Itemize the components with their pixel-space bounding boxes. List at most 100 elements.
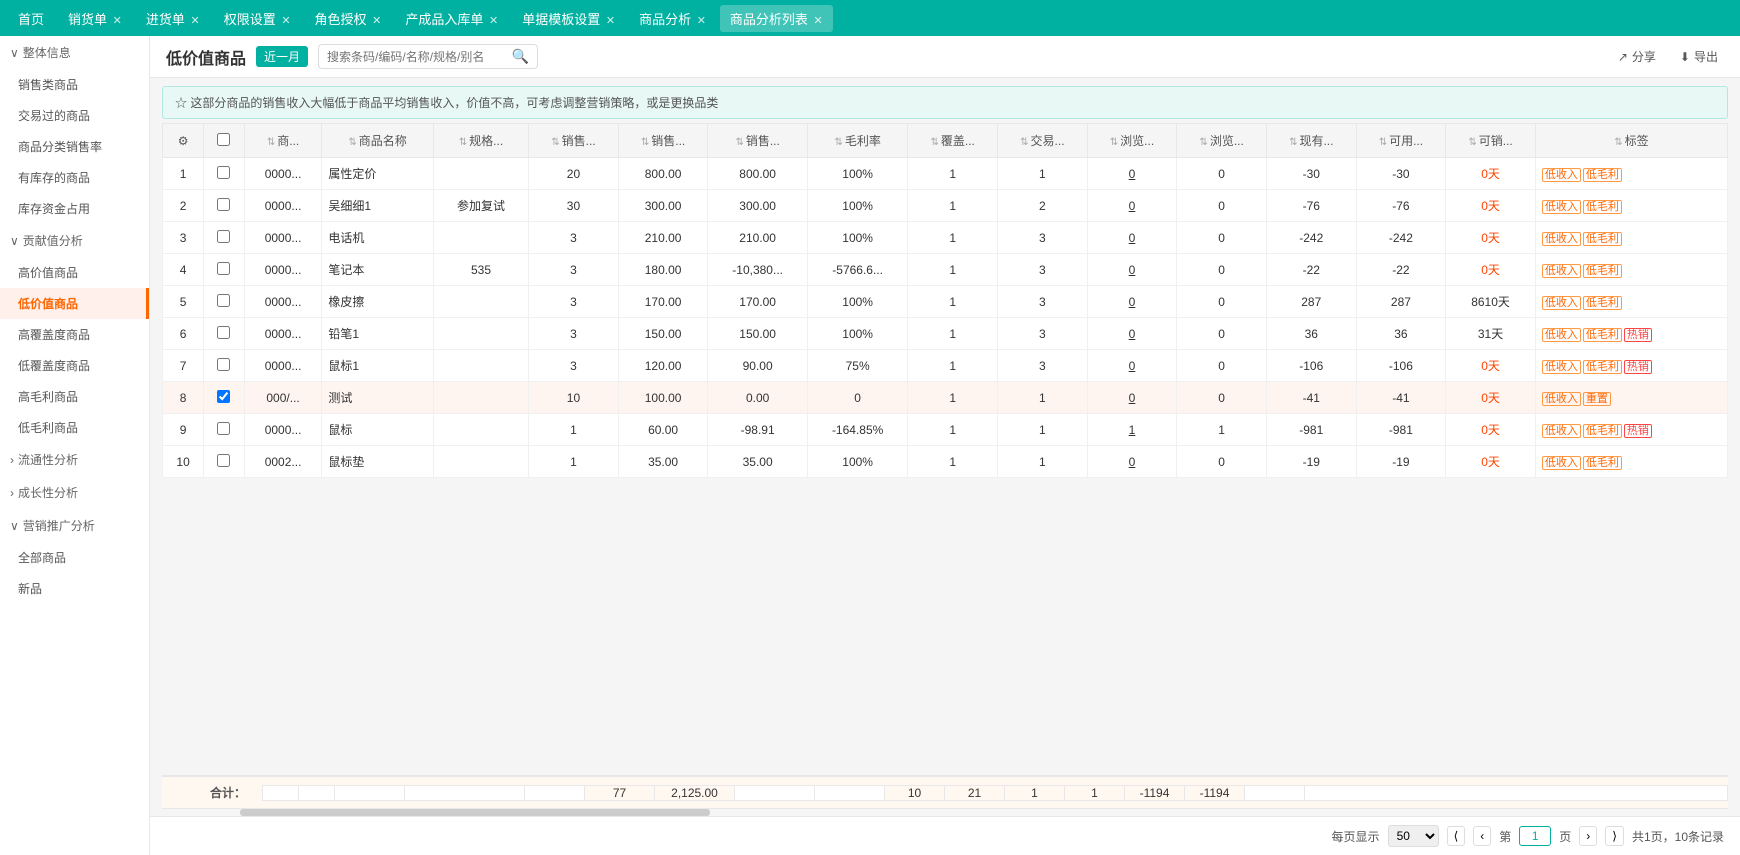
nav-close-purchase[interactable]: ✕ xyxy=(190,15,199,27)
row-checkbox[interactable] xyxy=(217,358,230,371)
cell-check[interactable] xyxy=(204,190,245,222)
browse-link[interactable]: 0 xyxy=(1129,359,1136,373)
nav-home[interactable]: 首页 xyxy=(8,5,54,32)
sidebar-item-category-rate[interactable]: 商品分类销售率 xyxy=(0,131,149,162)
cell-check[interactable] xyxy=(204,318,245,350)
th-sale-cost[interactable]: ⇅销售... xyxy=(708,124,807,158)
cell-browse1[interactable]: 0 xyxy=(1087,158,1177,190)
sidebar-item-sales-products[interactable]: 销售类商品 xyxy=(0,69,149,100)
prev-page-button[interactable]: ‹ xyxy=(1473,826,1491,846)
cell-check[interactable] xyxy=(204,158,245,190)
browse-link[interactable]: 0 xyxy=(1129,199,1136,213)
cell-browse1[interactable]: 0 xyxy=(1087,286,1177,318)
th-browse2[interactable]: ⇅浏览... xyxy=(1177,124,1267,158)
browse-link[interactable]: 0 xyxy=(1129,263,1136,277)
sidebar-item-high-value[interactable]: 高价值商品 xyxy=(0,257,149,288)
browse-link[interactable]: 0 xyxy=(1129,327,1136,341)
cell-browse1[interactable]: 0 xyxy=(1087,254,1177,286)
sidebar-item-new-products[interactable]: 新品 xyxy=(0,573,149,604)
th-sale-amt[interactable]: ⇅销售... xyxy=(618,124,708,158)
page-number-input[interactable] xyxy=(1519,826,1551,846)
cell-browse1[interactable]: 0 xyxy=(1087,222,1177,254)
cell-check[interactable] xyxy=(204,350,245,382)
time-tag-button[interactable]: 近一月 xyxy=(256,46,308,67)
th-code[interactable]: ⇅商... xyxy=(244,124,322,158)
browse-link[interactable]: 0 xyxy=(1129,167,1136,181)
cell-check[interactable] xyxy=(204,286,245,318)
cell-browse1[interactable]: 0 xyxy=(1087,318,1177,350)
nav-close-tpl[interactable]: ✕ xyxy=(606,15,615,27)
nav-close-role[interactable]: ✕ xyxy=(372,15,381,27)
next-page-button[interactable]: › xyxy=(1579,826,1597,846)
th-stock[interactable]: ⇅现有... xyxy=(1266,124,1356,158)
nav-product-list[interactable]: 商品分析列表 ✕ xyxy=(720,5,833,32)
cell-browse1[interactable]: 1 xyxy=(1087,414,1177,446)
cell-browse1[interactable]: 0 xyxy=(1087,350,1177,382)
share-button[interactable]: ↗ 分享 xyxy=(1612,45,1662,68)
cell-check[interactable] xyxy=(204,414,245,446)
sidebar-item-traded[interactable]: 交易过的商品 xyxy=(0,100,149,131)
sidebar-item-all-products[interactable]: 全部商品 xyxy=(0,542,149,573)
sidebar-item-stock[interactable]: 有库存的商品 xyxy=(0,162,149,193)
th-spec[interactable]: ⇅规格... xyxy=(433,124,528,158)
first-page-button[interactable]: ⟨ xyxy=(1447,826,1466,846)
nav-product-analysis[interactable]: 商品分析 ✕ xyxy=(629,5,716,32)
th-checkbox[interactable] xyxy=(204,124,245,158)
th-sale-qty[interactable]: ⇅销售... xyxy=(529,124,619,158)
sidebar-item-high-margin[interactable]: 高毛利商品 xyxy=(0,381,149,412)
cell-browse1[interactable]: 0 xyxy=(1087,446,1177,478)
nav-close-pa[interactable]: ✕ xyxy=(697,15,706,27)
browse-link[interactable]: 0 xyxy=(1129,231,1136,245)
scrollbar-track[interactable] xyxy=(162,808,1728,816)
nav-close-pl[interactable]: ✕ xyxy=(814,15,823,27)
scrollbar-thumb[interactable] xyxy=(240,809,710,816)
nav-permission[interactable]: 权限设置 ✕ xyxy=(214,5,301,32)
nav-template[interactable]: 单据模板设置 ✕ xyxy=(512,5,625,32)
cell-check[interactable] xyxy=(204,254,245,286)
th-settings[interactable]: ⚙ xyxy=(163,124,204,158)
th-tags[interactable]: ⇅标签 xyxy=(1535,124,1727,158)
sidebar-item-capital[interactable]: 库存资金占用 xyxy=(0,193,149,224)
th-days[interactable]: ⇅可销... xyxy=(1446,124,1536,158)
cell-browse1[interactable]: 0 xyxy=(1087,382,1177,414)
sidebar-section-overall[interactable]: ∨ 整体信息 xyxy=(0,36,149,69)
row-checkbox[interactable] xyxy=(217,390,230,403)
th-avail[interactable]: ⇅可用... xyxy=(1356,124,1446,158)
th-browse1[interactable]: ⇅浏览... xyxy=(1087,124,1177,158)
nav-close-ps[interactable]: ✕ xyxy=(489,15,498,27)
cell-check[interactable] xyxy=(204,222,245,254)
browse-link[interactable]: 0 xyxy=(1129,455,1136,469)
sidebar-section-contribution[interactable]: ∨ 贡献值分析 xyxy=(0,224,149,257)
th-name[interactable]: ⇅商品名称 xyxy=(322,124,434,158)
select-all-checkbox[interactable] xyxy=(217,133,230,146)
sidebar-section-growth[interactable]: › 成长性分析 xyxy=(0,476,149,509)
th-cover[interactable]: ⇅覆盖... xyxy=(908,124,998,158)
export-button[interactable]: ⬇ 导出 xyxy=(1674,45,1724,68)
sidebar-item-low-margin[interactable]: 低毛利商品 xyxy=(0,412,149,443)
cell-check[interactable] xyxy=(204,446,245,478)
sidebar-item-low-coverage[interactable]: 低覆盖度商品 xyxy=(0,350,149,381)
th-trade[interactable]: ⇅交易... xyxy=(998,124,1088,158)
row-checkbox[interactable] xyxy=(217,198,230,211)
nav-sales[interactable]: 销货单 ✕ xyxy=(58,5,132,32)
per-page-select[interactable]: 50 100 200 xyxy=(1388,825,1439,847)
search-input[interactable] xyxy=(327,50,508,64)
sidebar-item-high-coverage[interactable]: 高覆盖度商品 xyxy=(0,319,149,350)
sidebar-item-low-value[interactable]: 低价值商品 xyxy=(0,288,149,319)
nav-close-sales[interactable]: ✕ xyxy=(113,15,122,27)
cell-check[interactable] xyxy=(204,382,245,414)
nav-close-perm[interactable]: ✕ xyxy=(281,15,290,27)
sidebar-section-circulation[interactable]: › 流通性分析 xyxy=(0,443,149,476)
row-checkbox[interactable] xyxy=(217,454,230,467)
row-checkbox[interactable] xyxy=(217,166,230,179)
th-margin[interactable]: ⇅毛利率 xyxy=(807,124,908,158)
cell-browse1[interactable]: 0 xyxy=(1087,190,1177,222)
nav-product-storage[interactable]: 产成品入库单 ✕ xyxy=(395,5,508,32)
row-checkbox[interactable] xyxy=(217,230,230,243)
row-checkbox[interactable] xyxy=(217,422,230,435)
nav-purchase[interactable]: 进货单 ✕ xyxy=(136,5,210,32)
sidebar-section-marketing[interactable]: ∨ 营销推广分析 xyxy=(0,509,149,542)
row-checkbox[interactable] xyxy=(217,262,230,275)
row-checkbox[interactable] xyxy=(217,294,230,307)
search-box[interactable]: 🔍 xyxy=(318,44,538,69)
